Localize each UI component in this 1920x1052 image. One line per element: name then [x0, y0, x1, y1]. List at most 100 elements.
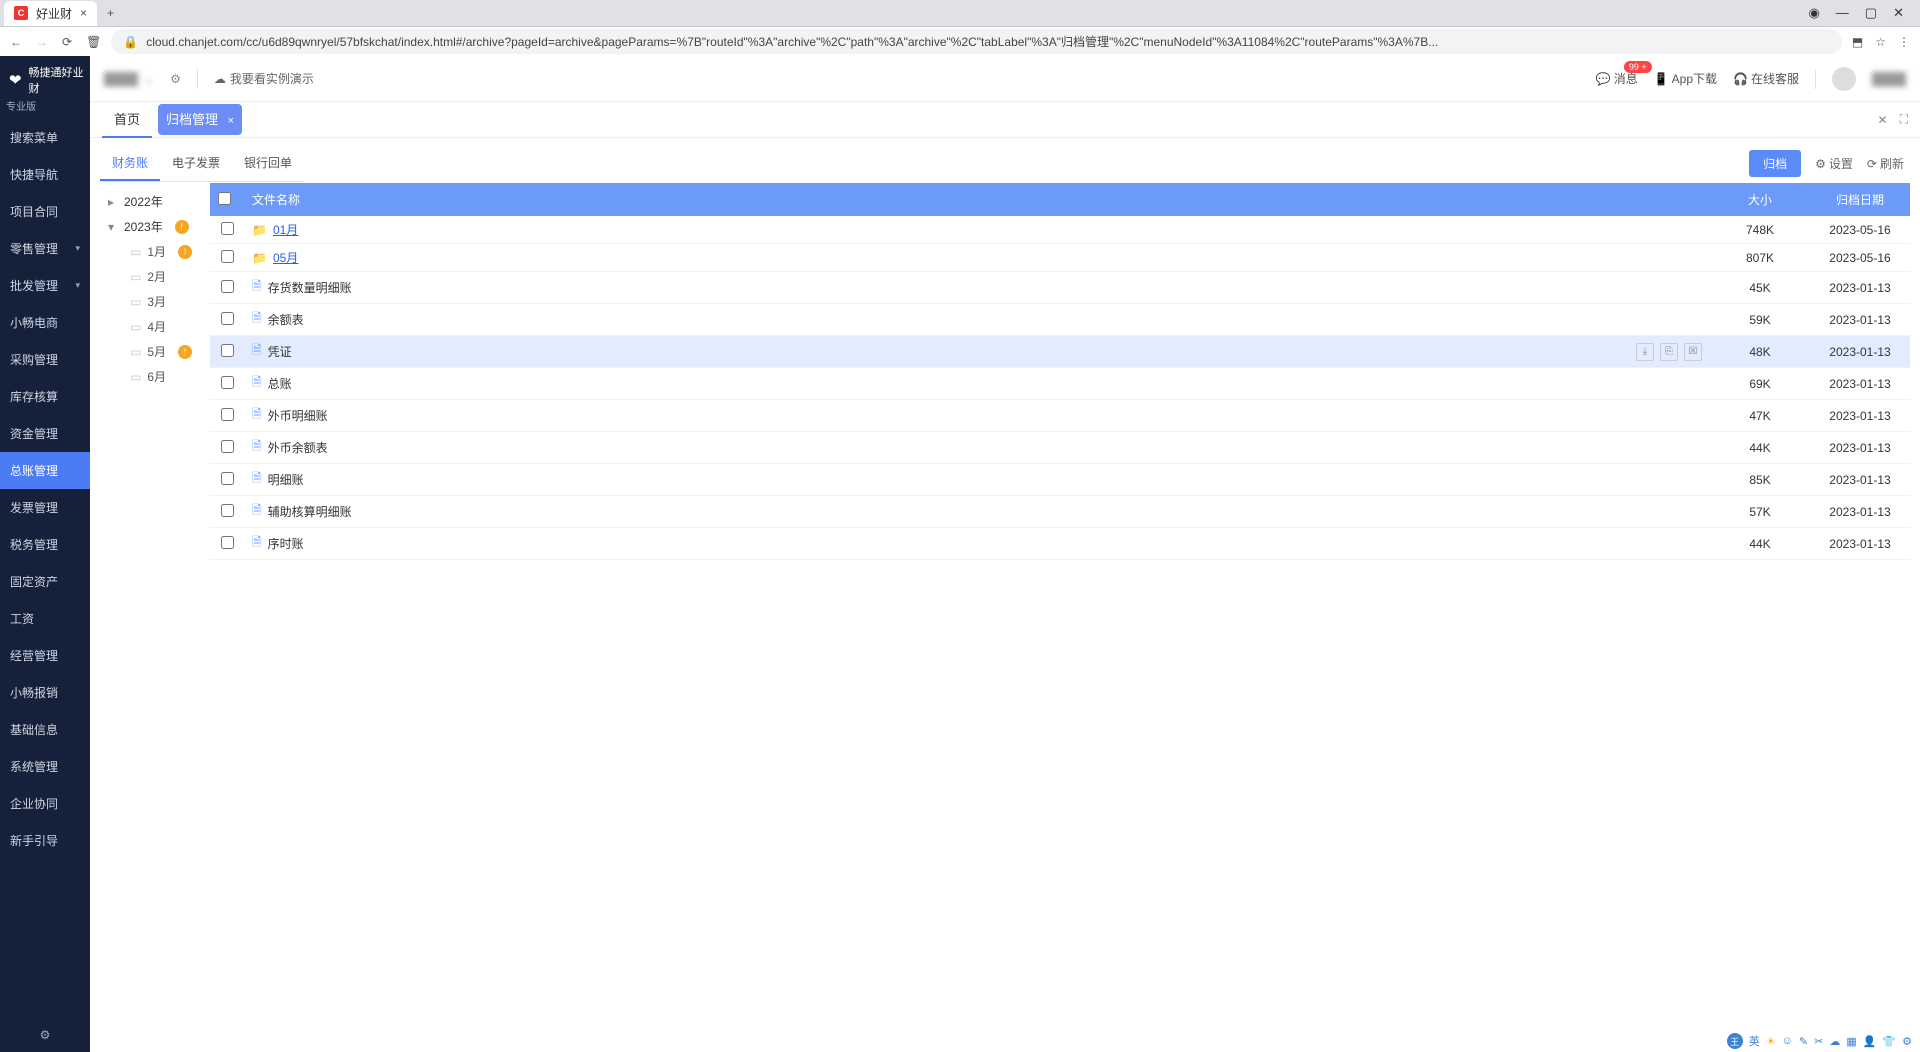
sidebar-item[interactable]: 项目合同 — [0, 193, 90, 230]
os-icon[interactable]: 👕 — [1882, 1035, 1896, 1048]
tab-home[interactable]: 首页 — [102, 101, 152, 138]
sidebar-item[interactable]: 资金管理 — [0, 415, 90, 452]
os-icon[interactable]: ☀ — [1766, 1035, 1776, 1048]
download-action-icon[interactable]: ⤓ — [1636, 343, 1654, 361]
reload-icon[interactable]: ⟳ — [62, 35, 72, 49]
settings-link[interactable]: ⚙设置 — [1815, 155, 1853, 172]
table-row[interactable]: 🗎余额表59K2023-01-13 — [210, 304, 1910, 336]
ime-lang[interactable]: 英 — [1749, 1033, 1760, 1049]
star-icon[interactable]: ☆ — [1875, 35, 1886, 49]
table-row[interactable]: 🗎外币余额表44K2023-01-13 — [210, 432, 1910, 464]
table-row[interactable]: 🗎凭证⤓⎘☒48K2023-01-13 — [210, 336, 1910, 368]
row-checkbox[interactable] — [221, 536, 234, 549]
sidebar-item[interactable]: 发票管理 — [0, 489, 90, 526]
row-checkbox[interactable] — [221, 376, 234, 389]
tab-close-icon[interactable]: × — [80, 6, 87, 20]
new-tab-button[interactable]: + — [97, 6, 124, 20]
tree-year[interactable]: ▾2023年! — [100, 214, 210, 239]
sub-tab[interactable]: 财务账 — [100, 146, 160, 181]
tab-close-icon[interactable]: × — [228, 115, 234, 127]
folder-link[interactable]: 05月 — [273, 249, 298, 266]
os-icon[interactable]: ✎ — [1799, 1035, 1808, 1048]
sidebar-item[interactable]: 企业协同 — [0, 785, 90, 822]
os-icon[interactable]: ⚙ — [1902, 1035, 1912, 1048]
sidebar-item[interactable]: 快捷导航 — [0, 156, 90, 193]
row-checkbox[interactable] — [221, 344, 234, 357]
sidebar-item[interactable]: 搜索菜单 — [0, 119, 90, 156]
avatar[interactable] — [1832, 67, 1856, 91]
refresh-link[interactable]: ⟳刷新 — [1867, 155, 1904, 172]
topbar-gear-icon[interactable]: ⚙ — [170, 72, 181, 86]
row-checkbox[interactable] — [221, 440, 234, 453]
install-icon[interactable]: ⬒ — [1852, 35, 1863, 49]
browser-tab[interactable]: C 好业财 × — [4, 1, 97, 26]
url-input[interactable]: 🔒 cloud.chanjet.com/cc/u6d89qwnryel/57bf… — [111, 29, 1842, 54]
sub-tab[interactable]: 电子发票 — [160, 146, 232, 181]
messages-button[interactable]: 💬 消息 99 + — [1596, 70, 1638, 87]
demo-link[interactable]: ☁ 我要看实例演示 — [214, 70, 314, 87]
close-window-icon[interactable]: ✕ — [1893, 5, 1904, 21]
sidebar-item[interactable]: 小畅电商 — [0, 304, 90, 341]
company-selector[interactable]: ████ ⌄ — [104, 72, 154, 86]
row-checkbox[interactable] — [221, 408, 234, 421]
sidebar-item[interactable]: 工资 — [0, 600, 90, 637]
close-all-icon[interactable]: ✕ — [1878, 113, 1888, 127]
os-icon[interactable]: ☁ — [1829, 1035, 1840, 1048]
os-icon[interactable]: ☺ — [1782, 1035, 1793, 1047]
settings-dot-icon[interactable]: ◉ — [1808, 5, 1819, 21]
os-icon[interactable]: ▦ — [1846, 1035, 1856, 1048]
maximize-icon[interactable]: ▢ — [1865, 5, 1877, 21]
sidebar-item[interactable]: 固定资产 — [0, 563, 90, 600]
fullscreen-icon[interactable]: ⛶ — [1900, 112, 1908, 127]
forward-icon[interactable]: → — [36, 35, 48, 49]
table-row[interactable]: 📁01月748K2023-05-16 — [210, 216, 1910, 244]
archive-button[interactable]: 归档 — [1749, 150, 1801, 177]
sidebar-item[interactable]: 零售管理▾ — [0, 230, 90, 267]
folder-link[interactable]: 01月 — [273, 221, 298, 238]
row-checkbox[interactable] — [221, 222, 234, 235]
table-row[interactable]: 📁05月807K2023-05-16 — [210, 244, 1910, 272]
sidebar-item[interactable]: 基础信息 — [0, 711, 90, 748]
sidebar-item[interactable]: 税务管理 — [0, 526, 90, 563]
os-icon[interactable]: ✂ — [1814, 1035, 1823, 1048]
sidebar-item[interactable]: 小畅报销 — [0, 674, 90, 711]
sidebar-item[interactable]: 系统管理 — [0, 748, 90, 785]
sidebar-item[interactable]: 经营管理 — [0, 637, 90, 674]
export-action-icon[interactable]: ⎘ — [1660, 343, 1678, 361]
tree-month[interactable]: ▭ 3月 — [100, 289, 210, 314]
menu-icon[interactable]: ⋮ — [1898, 35, 1910, 49]
table-row[interactable]: 🗎辅助核算明细账57K2023-01-13 — [210, 496, 1910, 528]
row-checkbox[interactable] — [221, 312, 234, 325]
table-row[interactable]: 🗎序时账44K2023-01-13 — [210, 528, 1910, 560]
row-checkbox[interactable] — [221, 472, 234, 485]
table-row[interactable]: 🗎存货数量明细账45K2023-01-13 — [210, 272, 1910, 304]
os-icon[interactable]: 👤 — [1863, 1035, 1877, 1048]
row-checkbox[interactable] — [221, 250, 234, 263]
sidebar-item[interactable]: 批发管理▾ — [0, 267, 90, 304]
row-checkbox[interactable] — [221, 280, 234, 293]
sidebar-item[interactable]: 总账管理 — [0, 452, 90, 489]
table-row[interactable]: 🗎总账69K2023-01-13 — [210, 368, 1910, 400]
table-row[interactable]: 🗎外币明细账47K2023-01-13 — [210, 400, 1910, 432]
tab-archive[interactable]: 归档管理 × — [158, 104, 242, 135]
sidebar-settings-icon[interactable]: ⚙ — [0, 1018, 90, 1052]
sidebar-item[interactable]: 采购管理 — [0, 341, 90, 378]
back-icon[interactable]: ← — [10, 35, 22, 49]
minimize-icon[interactable]: — — [1836, 5, 1849, 21]
sidebar-item[interactable]: 库存核算 — [0, 378, 90, 415]
tree-year[interactable]: ▸2022年 — [100, 189, 210, 214]
tree-month[interactable]: ▭ 4月 — [100, 314, 210, 339]
ime-icon[interactable]: 王 — [1727, 1033, 1743, 1049]
download-button[interactable]: 📱 App下载 — [1654, 70, 1717, 87]
table-row[interactable]: 🗎明细账85K2023-01-13 — [210, 464, 1910, 496]
tree-month[interactable]: ▭ 5月! — [100, 339, 210, 364]
delete-action-icon[interactable]: ☒ — [1684, 343, 1702, 361]
header-checkbox[interactable] — [210, 183, 244, 216]
trash-icon[interactable]: 🗑 — [86, 35, 101, 49]
tree-month[interactable]: ▭ 2月 — [100, 264, 210, 289]
tree-month[interactable]: ▭ 1月! — [100, 239, 210, 264]
tree-month[interactable]: ▭ 6月 — [100, 364, 210, 389]
row-checkbox[interactable] — [221, 504, 234, 517]
sidebar-item[interactable]: 新手引导 — [0, 822, 90, 859]
service-button[interactable]: 🎧 在线客服 — [1733, 70, 1799, 87]
